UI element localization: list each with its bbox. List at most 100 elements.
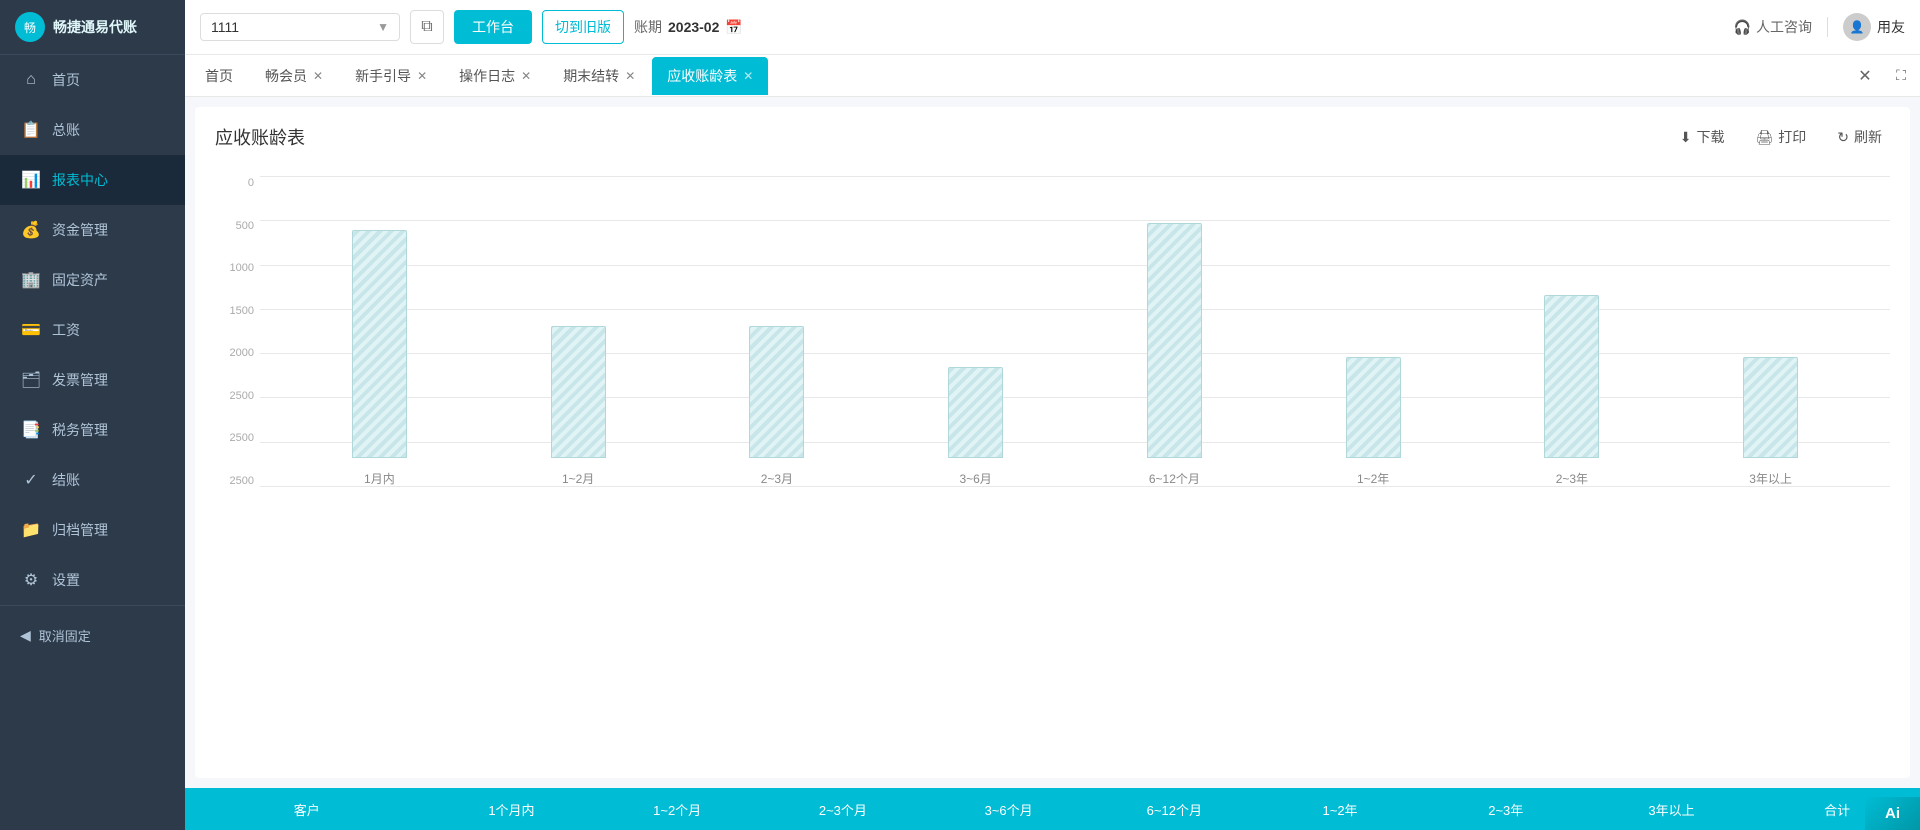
checkout-icon: ✓ [20, 469, 42, 491]
chart-bar-3~6月 [948, 367, 1003, 458]
sidebar-bottom: ◀ 取消固定 [0, 605, 185, 665]
chart-bar-group-2~3月: 2~3月 [678, 326, 877, 487]
sidebar-item-settings[interactable]: ⚙ 设置 [0, 555, 185, 605]
tab-aging[interactable]: 应收账龄表✕ [652, 57, 768, 95]
funds-icon: 💰 [20, 219, 42, 241]
avatar-icon: 👤 [1850, 20, 1865, 34]
sidebar-item-home[interactable]: ⌂ 首页 [0, 55, 185, 105]
period-label: 账期 [634, 17, 662, 37]
refresh-btn[interactable]: ↻ 刷新 [1829, 122, 1890, 152]
sidebar-label-checkout: 结账 [52, 470, 80, 490]
company-dropdown-icon: ▼ [377, 20, 389, 34]
chart-y-label: 1000 [215, 262, 260, 274]
sidebar-item-funds[interactable]: 💰 资金管理 [0, 205, 185, 255]
cancel-fixed-label: 取消固定 [39, 626, 91, 645]
period-display: 账期 2023-02 📅 [634, 17, 743, 37]
sidebar-label-invoice: 发票管理 [52, 370, 108, 390]
sidebar-item-ledger[interactable]: 📋 总账 [0, 105, 185, 155]
sidebar-label-ledger: 总账 [52, 120, 80, 140]
sidebar-item-checkout[interactable]: ✓ 结账 [0, 455, 185, 505]
tab-close-member[interactable]: ✕ [313, 70, 323, 82]
print-btn[interactable]: 🖨 打印 [1747, 122, 1814, 152]
cancel-fixed-icon: ◀ [20, 627, 31, 644]
tab-bar: 首页畅会员✕新手引导✕操作日志✕期末结转✕应收账龄表✕ ✕ ⛶ [185, 55, 1920, 97]
sidebar-label-reports: 报表中心 [52, 170, 108, 190]
copy-icon: ⧉ [421, 18, 432, 36]
logo-icon: 畅 [15, 12, 45, 42]
sidebar: 畅 畅捷通易代账 ⌂ 首页 📋 总账 📊 报表中心 💰 资金管理 🏢 固定资产 … [0, 0, 185, 830]
close-all-tabs-btn[interactable]: ✕ [1851, 62, 1879, 90]
home-icon: ⌂ [20, 69, 42, 91]
tab-label-period-end: 期末结转 [563, 66, 619, 86]
tab-member[interactable]: 畅会员✕ [250, 57, 338, 95]
table-header-1~2年: 1~2年 [1257, 800, 1423, 819]
chart-y-label: 500 [215, 220, 260, 232]
consult-btn[interactable]: 🎧 人工咨询 [1734, 17, 1812, 37]
sidebar-item-archive[interactable]: 📁 归档管理 [0, 505, 185, 555]
sidebar-label-funds: 资金管理 [52, 220, 108, 240]
user-menu[interactable]: 👤 用友 [1843, 13, 1905, 41]
tab-label-home: 首页 [205, 66, 233, 86]
sidebar-item-invoice[interactable]: 🗂 发票管理 [0, 355, 185, 405]
table-header-6~12个月: 6~12个月 [1091, 800, 1257, 819]
sidebar-label-home: 首页 [52, 70, 80, 90]
sidebar-item-salary[interactable]: 💳 工资 [0, 305, 185, 355]
page-header: 应收账龄表 ⬇ 下载 🖨 打印 ↻ 刷新 [215, 122, 1890, 152]
chart-y-label: 2500 [215, 432, 260, 444]
chart-bar-2~3月 [749, 326, 804, 458]
reports-icon: 📊 [20, 169, 42, 191]
refresh-label: 刷新 [1854, 127, 1882, 147]
ai-badge[interactable]: Ai [1865, 797, 1920, 830]
sidebar-item-reports[interactable]: 📊 报表中心 [0, 155, 185, 205]
archive-icon: 📁 [20, 519, 42, 541]
chart-bar-group-1月内: 1月内 [280, 230, 479, 487]
chart-bar-1月内 [352, 230, 407, 458]
company-selector[interactable]: 1111 ▼ [200, 13, 400, 41]
table-header-1个月内: 1个月内 [429, 800, 595, 819]
tab-close-guide[interactable]: ✕ [417, 70, 427, 82]
table-header-bar: 客户1个月内1~2个月2~3个月3~6个月6~12个月1~2年2~3年3年以上合… [185, 788, 1920, 830]
tab-close-aging[interactable]: ✕ [743, 70, 753, 82]
page-content: 应收账龄表 ⬇ 下载 🖨 打印 ↻ 刷新 [195, 107, 1910, 778]
chart-y-label: 2000 [215, 347, 260, 359]
download-label: 下载 [1696, 127, 1724, 147]
tab-oplog[interactable]: 操作日志✕ [444, 57, 546, 95]
calendar-icon[interactable]: 📅 [725, 19, 742, 36]
main-area: 1111 ▼ ⧉ 工作台 切到旧版 账期 2023-02 📅 🎧 人工咨询 👤 … [185, 0, 1920, 830]
chart-x-label-1月内: 1月内 [364, 470, 395, 487]
sidebar-item-assets[interactable]: 🏢 固定资产 [0, 255, 185, 305]
tab-guide[interactable]: 新手引导 ✕ [340, 57, 442, 95]
header: 1111 ▼ ⧉ 工作台 切到旧版 账期 2023-02 📅 🎧 人工咨询 👤 … [185, 0, 1920, 55]
chart-container: 2500250025002000150010005000 1月内1~2月2~3月… [215, 177, 1890, 517]
cancel-fixed-btn[interactable]: ◀ 取消固定 [0, 616, 185, 655]
tab-close-period-end[interactable]: ✕ [625, 70, 635, 82]
table-header-3年以上: 3年以上 [1589, 800, 1755, 819]
switch-version-button[interactable]: 切到旧版 [542, 10, 624, 44]
expand-btn[interactable]: ⛶ [1887, 62, 1915, 90]
chart-y-label: 2500 [215, 475, 260, 487]
chart-bar-3年以上 [1743, 357, 1798, 458]
sidebar-label-tax: 税务管理 [52, 420, 108, 440]
chart-y-label: 0 [215, 177, 260, 189]
sidebar-logo: 畅 畅捷通易代账 [0, 0, 185, 55]
tab-close-oplog[interactable]: ✕ [521, 70, 531, 82]
chart-bar-1~2月 [551, 326, 606, 458]
chart-bar-group-1~2年: 1~2年 [1274, 357, 1473, 487]
salary-icon: 💳 [20, 319, 42, 341]
tax-icon: 📑 [20, 419, 42, 441]
table-header-1~2个月: 1~2个月 [594, 800, 760, 819]
tab-label-guide: 新手引导 [355, 66, 411, 86]
header-divider [1827, 17, 1828, 37]
workbench-button[interactable]: 工作台 [454, 10, 532, 44]
tab-period-end[interactable]: 期末结转 ✕ [548, 57, 650, 95]
download-btn[interactable]: ⬇ 下载 [1672, 122, 1733, 152]
sidebar-label-settings: 设置 [52, 570, 80, 590]
assets-icon: 🏢 [20, 269, 42, 291]
refresh-icon: ↻ [1837, 129, 1849, 146]
ledger-icon: 📋 [20, 119, 42, 141]
tab-home[interactable]: 首页 [190, 57, 248, 95]
user-label: 用友 [1877, 17, 1905, 37]
chart-y-axis: 2500250025002000150010005000 [215, 177, 260, 487]
sidebar-item-tax[interactable]: 📑 税务管理 [0, 405, 185, 455]
copy-icon-btn[interactable]: ⧉ [410, 10, 444, 44]
